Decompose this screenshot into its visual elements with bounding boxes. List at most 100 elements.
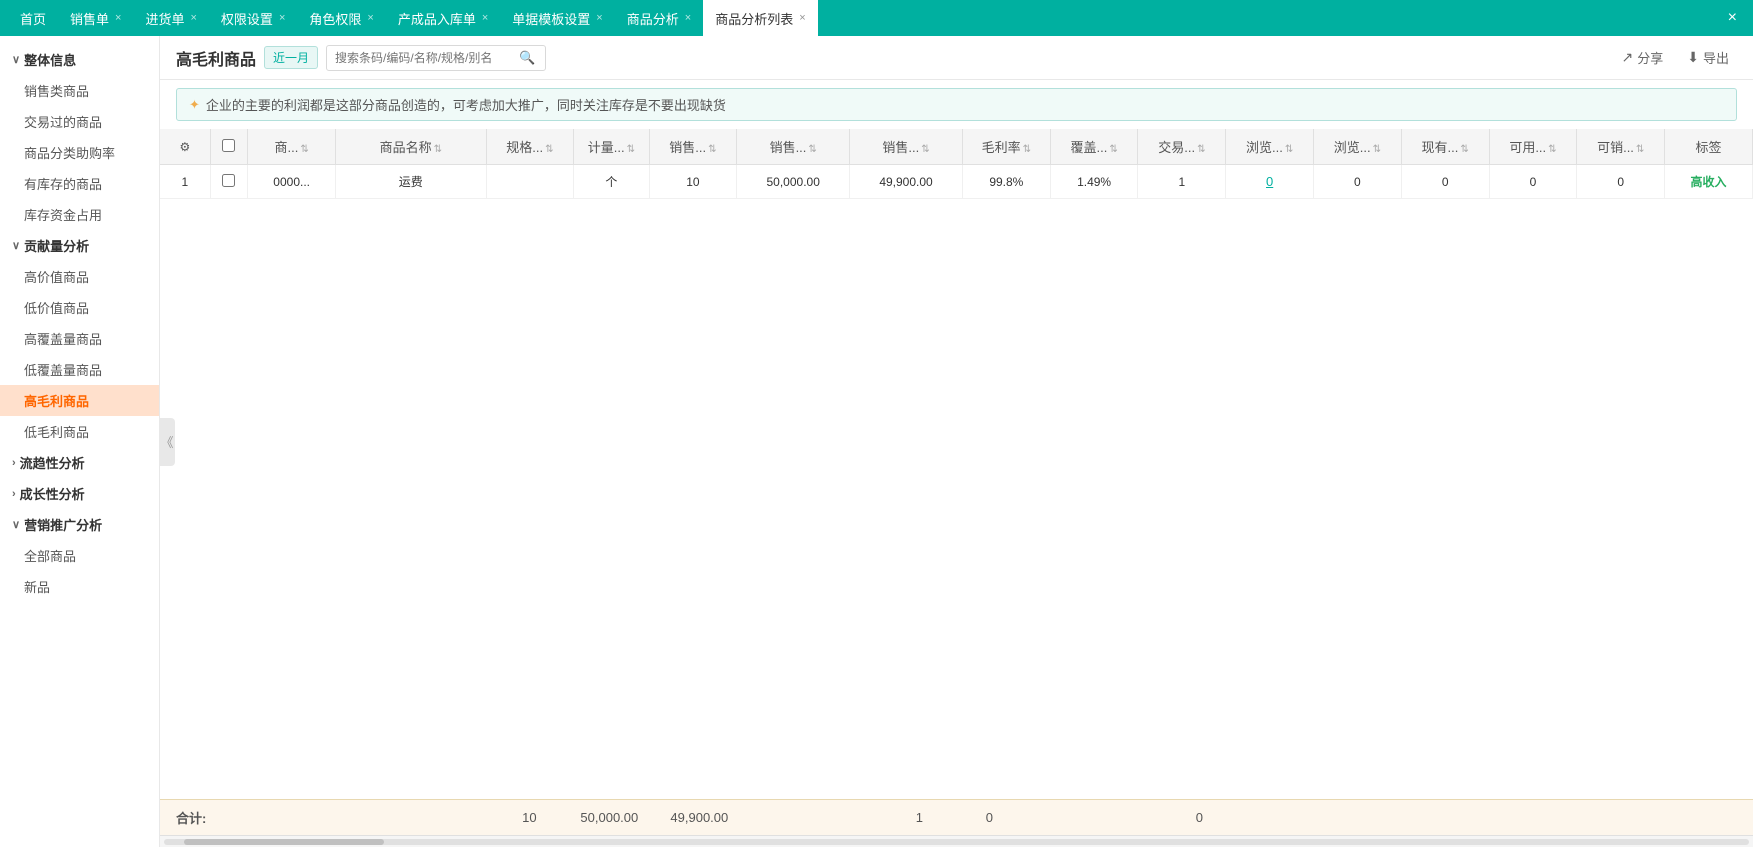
table-row: 1 0000... 运费 个 10 50,000.00 49,900.00 99… xyxy=(160,165,1753,199)
sort-icon-stock-available[interactable]: ⇅ xyxy=(1548,144,1556,155)
table-container[interactable]: ⚙ 商...⇅ 商品名称⇅ 规格...⇅ 计量...⇅ 销售...⇅ 销售...… xyxy=(160,129,1753,799)
scrollbar-thumb[interactable] xyxy=(184,839,384,845)
nav-product-inbound[interactable]: 产成品入库单 × xyxy=(386,0,500,36)
sidebar-item-low-coverage[interactable]: 低覆盖量商品 xyxy=(0,354,159,385)
share-button[interactable]: ↗ 分享 xyxy=(1614,44,1672,71)
cell-sales-amount: 50,000.00 xyxy=(737,165,850,199)
nav-template-settings[interactable]: 单据模板设置 × xyxy=(500,0,614,36)
sidebar-section-growth[interactable]: › 成长性分析 xyxy=(0,478,159,509)
close-product-inbound[interactable]: × xyxy=(482,12,488,24)
footer-label: 合计: xyxy=(176,808,206,827)
info-banner: ✦ 企业的主要的利润都是这部分商品创造的，可考虑加大推广，同时关注库存是不要出现… xyxy=(176,88,1737,121)
close-purchase-order[interactable]: × xyxy=(190,12,196,24)
nav-home[interactable]: 首页 xyxy=(8,0,58,36)
bottom-scrollbar[interactable] xyxy=(160,835,1753,847)
search-input[interactable] xyxy=(335,51,515,65)
col-transactions: 交易...⇅ xyxy=(1138,129,1226,165)
cell-name: 运费 xyxy=(336,165,486,199)
sort-icon-gross-margin[interactable]: ⇅ xyxy=(1023,144,1031,155)
sort-icon-browse2[interactable]: ⇅ xyxy=(1373,144,1381,155)
col-checkbox[interactable] xyxy=(210,129,248,165)
close-sales-order[interactable]: × xyxy=(115,12,121,24)
col-code: 商...⇅ xyxy=(248,129,336,165)
search-box[interactable]: 🔍 xyxy=(326,45,546,71)
sidebar-item-category-purchase-rate[interactable]: 商品分类助购率 xyxy=(0,137,159,168)
sidebar-item-inventory-capital[interactable]: 库存资金占用 xyxy=(0,199,159,230)
sort-icon-name[interactable]: ⇅ xyxy=(434,144,442,155)
nav-purchase-order[interactable]: 进货单 × xyxy=(133,0,208,36)
cell-stock-available: 0 xyxy=(1489,165,1577,199)
arrow-icon-contribution: ∨ xyxy=(12,239,20,252)
sidebar-item-low-value[interactable]: 低价值商品 xyxy=(0,292,159,323)
sidebar-section-overall[interactable]: ∨ 整体信息 xyxy=(0,44,159,75)
close-product-analysis-list[interactable]: × xyxy=(799,12,805,24)
close-product-analysis[interactable]: × xyxy=(685,12,691,24)
sort-icon-unit[interactable]: ⇅ xyxy=(627,144,635,155)
sort-icon-sales-qty[interactable]: ⇅ xyxy=(708,144,716,155)
nav-product-analysis[interactable]: 商品分析 × xyxy=(615,0,703,36)
col-browse1: 浏览...⇅ xyxy=(1226,129,1314,165)
sidebar-item-traded-goods[interactable]: 交易过的商品 xyxy=(0,106,159,137)
col-stock-current: 现有...⇅ xyxy=(1401,129,1489,165)
footer-browse1: 0 xyxy=(954,810,1024,825)
close-role-permission[interactable]: × xyxy=(367,12,373,24)
arrow-icon-flow: › xyxy=(12,457,16,469)
arrow-icon: ∨ xyxy=(12,53,20,66)
col-settings[interactable]: ⚙ xyxy=(160,129,210,165)
sidebar-item-new-goods[interactable]: 新品 xyxy=(0,571,159,602)
filter-recent-month-button[interactable]: 近一月 xyxy=(264,46,318,69)
sidebar-section-marketing[interactable]: ∨ 营销推广分析 xyxy=(0,509,159,540)
page-title: 高毛利商品 xyxy=(176,46,256,70)
sort-icon-stock-current[interactable]: ⇅ xyxy=(1460,144,1468,155)
content-area: 《 高毛利商品 近一月 🔍 ↗ 分享 ⬇ 导出 ✦ 企业的主要的利润都是这部分商… xyxy=(160,36,1753,847)
search-icon[interactable]: 🔍 xyxy=(519,50,535,66)
minimize-button[interactable]: × xyxy=(1720,9,1745,27)
cell-code: 0000... xyxy=(248,165,336,199)
cell-browse1[interactable]: 0 xyxy=(1226,165,1314,199)
col-gross-margin: 毛利率⇅ xyxy=(962,129,1050,165)
arrow-icon-growth: › xyxy=(12,488,16,500)
sidebar-item-in-stock-goods[interactable]: 有库存的商品 xyxy=(0,168,159,199)
sidebar-item-high-value[interactable]: 高价值商品 xyxy=(0,261,159,292)
footer-bar: 合计: 10 50,000.00 49,900.00 1 0 0 xyxy=(160,799,1753,835)
close-template-settings[interactable]: × xyxy=(596,12,602,24)
sidebar-collapse-button[interactable]: 《 xyxy=(160,418,175,466)
col-sales-profit: 销售...⇅ xyxy=(850,129,963,165)
cell-unit: 个 xyxy=(574,165,649,199)
sidebar-item-all-goods[interactable]: 全部商品 xyxy=(0,540,159,571)
col-sales-amount: 销售...⇅ xyxy=(737,129,850,165)
sidebar-item-sales-goods[interactable]: 销售类商品 xyxy=(0,75,159,106)
cell-tag: 高收入 xyxy=(1665,165,1753,199)
sort-icon-stock-saleable[interactable]: ⇅ xyxy=(1636,144,1644,155)
nav-role-permission[interactable]: 角色权限 × xyxy=(297,0,385,36)
col-stock-available: 可用...⇅ xyxy=(1489,129,1577,165)
nav-permission-settings[interactable]: 权限设置 × xyxy=(209,0,297,36)
sidebar-item-high-margin[interactable]: 高毛利商品 xyxy=(0,385,159,416)
sort-icon-code[interactable]: ⇅ xyxy=(300,144,308,155)
col-unit: 计量...⇅ xyxy=(574,129,649,165)
sort-icon-transactions[interactable]: ⇅ xyxy=(1197,144,1205,155)
share-icon: ↗ xyxy=(1622,49,1634,66)
sort-icon-coverage[interactable]: ⇅ xyxy=(1109,144,1117,155)
nav-product-analysis-list[interactable]: 商品分析列表 × xyxy=(703,0,817,36)
col-tag: 标签 xyxy=(1665,129,1753,165)
sort-icon-spec[interactable]: ⇅ xyxy=(545,144,553,155)
sort-icon-sales-profit[interactable]: ⇅ xyxy=(921,144,929,155)
col-sales-qty: 销售...⇅ xyxy=(649,129,737,165)
export-button[interactable]: ⬇ 导出 xyxy=(1679,44,1737,71)
nav-sales-order[interactable]: 销售单 × xyxy=(58,0,133,36)
sidebar-item-low-margin[interactable]: 低毛利商品 xyxy=(0,416,159,447)
sort-icon-browse1[interactable]: ⇅ xyxy=(1285,144,1293,155)
col-browse2: 浏览...⇅ xyxy=(1314,129,1402,165)
sidebar-section-contribution[interactable]: ∨ 贡献量分析 xyxy=(0,230,159,261)
close-permission-settings[interactable]: × xyxy=(279,12,285,24)
select-all-checkbox[interactable] xyxy=(222,139,235,152)
sidebar-section-flow[interactable]: › 流趋性分析 xyxy=(0,447,159,478)
sidebar-item-high-coverage[interactable]: 高覆盖量商品 xyxy=(0,323,159,354)
cell-spec xyxy=(486,165,574,199)
cell-checkbox[interactable] xyxy=(210,165,248,199)
row-checkbox[interactable] xyxy=(222,174,235,187)
info-icon: ✦ xyxy=(189,97,200,113)
sort-icon-sales-amount[interactable]: ⇅ xyxy=(808,144,816,155)
goods-table: ⚙ 商...⇅ 商品名称⇅ 规格...⇅ 计量...⇅ 销售...⇅ 销售...… xyxy=(160,129,1753,199)
